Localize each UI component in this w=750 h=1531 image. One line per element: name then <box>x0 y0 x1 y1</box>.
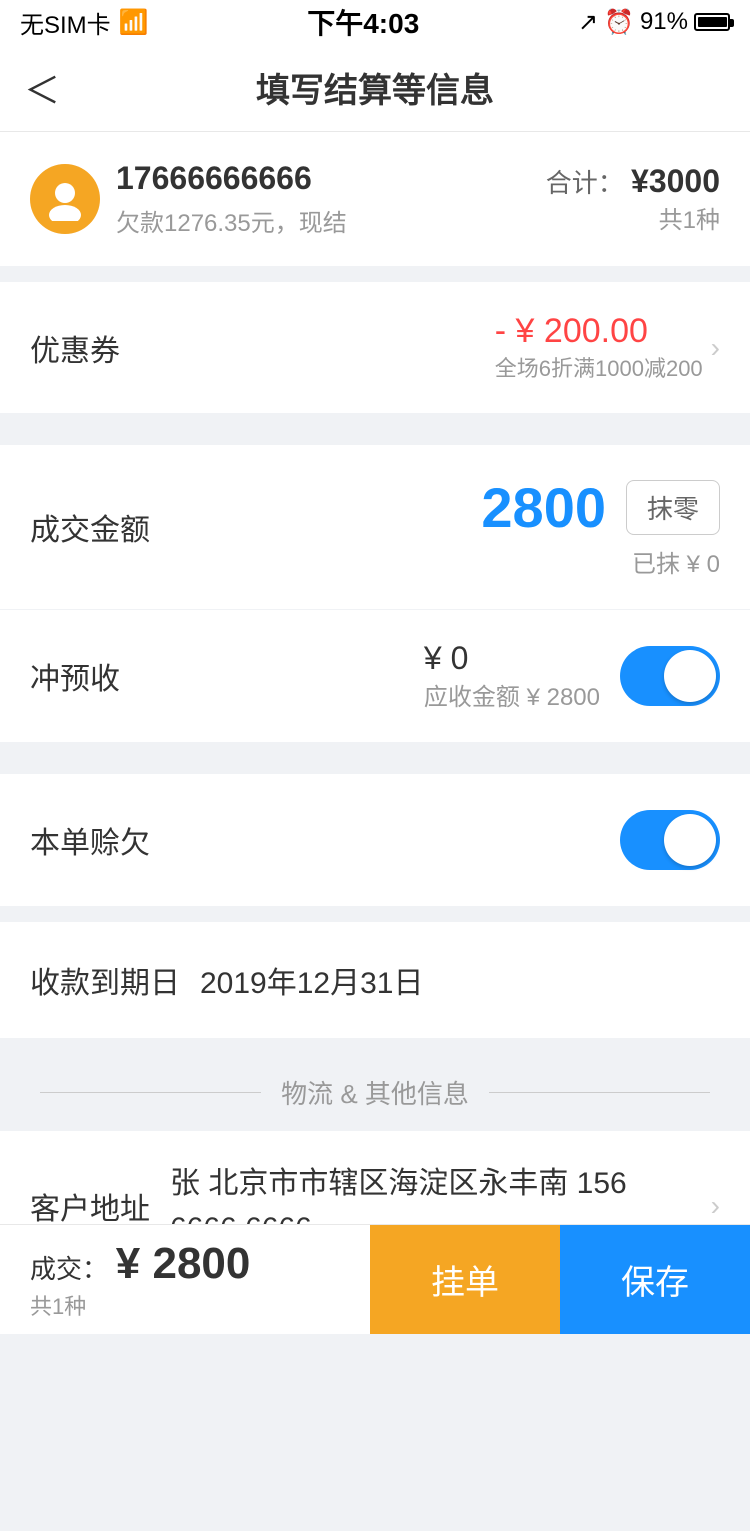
status-right: ↗ ⏰ 91% <box>578 8 730 37</box>
address-label: 客户地址 <box>30 1184 150 1228</box>
deal-amount-value: 2800 <box>481 475 606 540</box>
avatar <box>30 164 100 234</box>
divider-line-right <box>489 1092 710 1093</box>
prereceive-amount: ¥ 0 <box>424 640 600 677</box>
total-label: 合计： ¥3000 <box>546 163 720 200</box>
bottom-total: 成交： ¥ 2800 共1种 <box>0 1239 370 1321</box>
bottom-actions: 挂单 保存 <box>370 1225 750 1334</box>
bottom-deal-label: 成交： <box>30 1254 108 1284</box>
location-icon: ↗ <box>578 8 598 37</box>
logistics-label: 物流 & 其他信息 <box>281 1074 469 1111</box>
debt-toggle[interactable] <box>620 810 720 870</box>
battery-percent: 91% <box>640 8 688 36</box>
user-phone: 17666666666 <box>116 160 347 197</box>
bottom-bar: 成交： ¥ 2800 共1种 挂单 保存 <box>0 1224 750 1334</box>
prereceive-row: 冲预收 ¥ 0 应收金额 ¥ 2800 <box>0 610 750 742</box>
user-left: 17666666666 欠款1276.35元，现结 <box>30 160 347 238</box>
status-time: 下午4:03 <box>307 2 419 42</box>
due-date-section: 收款到期日 2019年12月31日 <box>0 922 750 1038</box>
back-button[interactable]: ＜ <box>24 62 60 114</box>
debt-label: 本单赊欠 <box>30 818 150 862</box>
user-card: 17666666666 欠款1276.35元，现结 合计： ¥3000 共1种 <box>0 132 750 266</box>
user-debt: 欠款1276.35元，现结 <box>116 203 347 238</box>
sim-status: 无SIM卡 <box>20 5 111 40</box>
due-date-value: 2019年12月31日 <box>200 958 423 1002</box>
page-title: 填写结算等信息 <box>256 63 494 112</box>
bottom-deal-amount: ¥ 2800 <box>116 1239 251 1288</box>
coupon-description: 全场6折满1000减200 <box>495 351 703 383</box>
prereceive-right: ¥ 0 应收金额 ¥ 2800 <box>424 640 720 712</box>
status-left: 无SIM卡 📶 <box>20 5 149 40</box>
debt-section: 本单赊欠 <box>0 774 750 906</box>
prereceive-desc: 应收金额 ¥ 2800 <box>424 677 600 712</box>
coupon-discount: - ¥ 200.00 <box>495 312 648 350</box>
total-amount: ¥3000 <box>631 163 720 199</box>
back-icon: ＜ <box>24 70 60 111</box>
save-button[interactable]: 保存 <box>560 1225 750 1334</box>
due-date-label: 收款到期日 <box>30 958 180 1002</box>
round-button[interactable]: 抹零 <box>626 480 720 535</box>
total-count: 共1种 <box>546 200 720 235</box>
address-chevron-icon: › <box>711 1190 720 1222</box>
status-bar: 无SIM卡 📶 下午4:03 ↗ ⏰ 91% <box>0 0 750 44</box>
section-divider-2 <box>0 758 750 774</box>
deal-amount-right: 2800 抹零 已抹 ¥ 0 <box>481 475 720 579</box>
coupon-row[interactable]: 优惠券 - ¥ 200.00 全场6折满1000减200 › <box>0 282 750 413</box>
user-right: 合计： ¥3000 共1种 <box>546 163 720 235</box>
coupon-right: - ¥ 200.00 全场6折满1000减200 › <box>495 312 720 383</box>
divider-line-left <box>40 1092 261 1093</box>
avatar-icon <box>43 177 87 221</box>
nav-bar: ＜ 填写结算等信息 <box>0 44 750 132</box>
due-date-row: 收款到期日 2019年12月31日 <box>0 922 750 1038</box>
prereceive-toggle[interactable] <box>620 646 720 706</box>
user-info: 17666666666 欠款1276.35元，现结 <box>116 160 347 238</box>
logistics-divider: 物流 & 其他信息 <box>0 1054 750 1131</box>
alarm-icon: ⏰ <box>604 8 634 37</box>
bottom-count: 共1种 <box>30 1289 340 1321</box>
deal-amount-section: 成交金额 2800 抹零 已抹 ¥ 0 冲预收 ¥ 0 应收金额 ¥ 2800 <box>0 445 750 742</box>
section-divider-1 <box>0 429 750 445</box>
deal-amount-label: 成交金额 <box>30 505 150 549</box>
deal-amount-sub: 已抹 ¥ 0 <box>481 544 720 579</box>
hang-button[interactable]: 挂单 <box>370 1225 560 1334</box>
coupon-label: 优惠券 <box>30 326 120 370</box>
prereceive-label: 冲预收 <box>30 654 120 698</box>
deal-amount-row: 成交金额 2800 抹零 已抹 ¥ 0 <box>0 445 750 610</box>
chevron-right-icon: › <box>711 332 720 364</box>
battery-icon <box>694 13 730 31</box>
wifi-icon: 📶 <box>119 8 149 37</box>
debt-row: 本单赊欠 <box>0 774 750 906</box>
